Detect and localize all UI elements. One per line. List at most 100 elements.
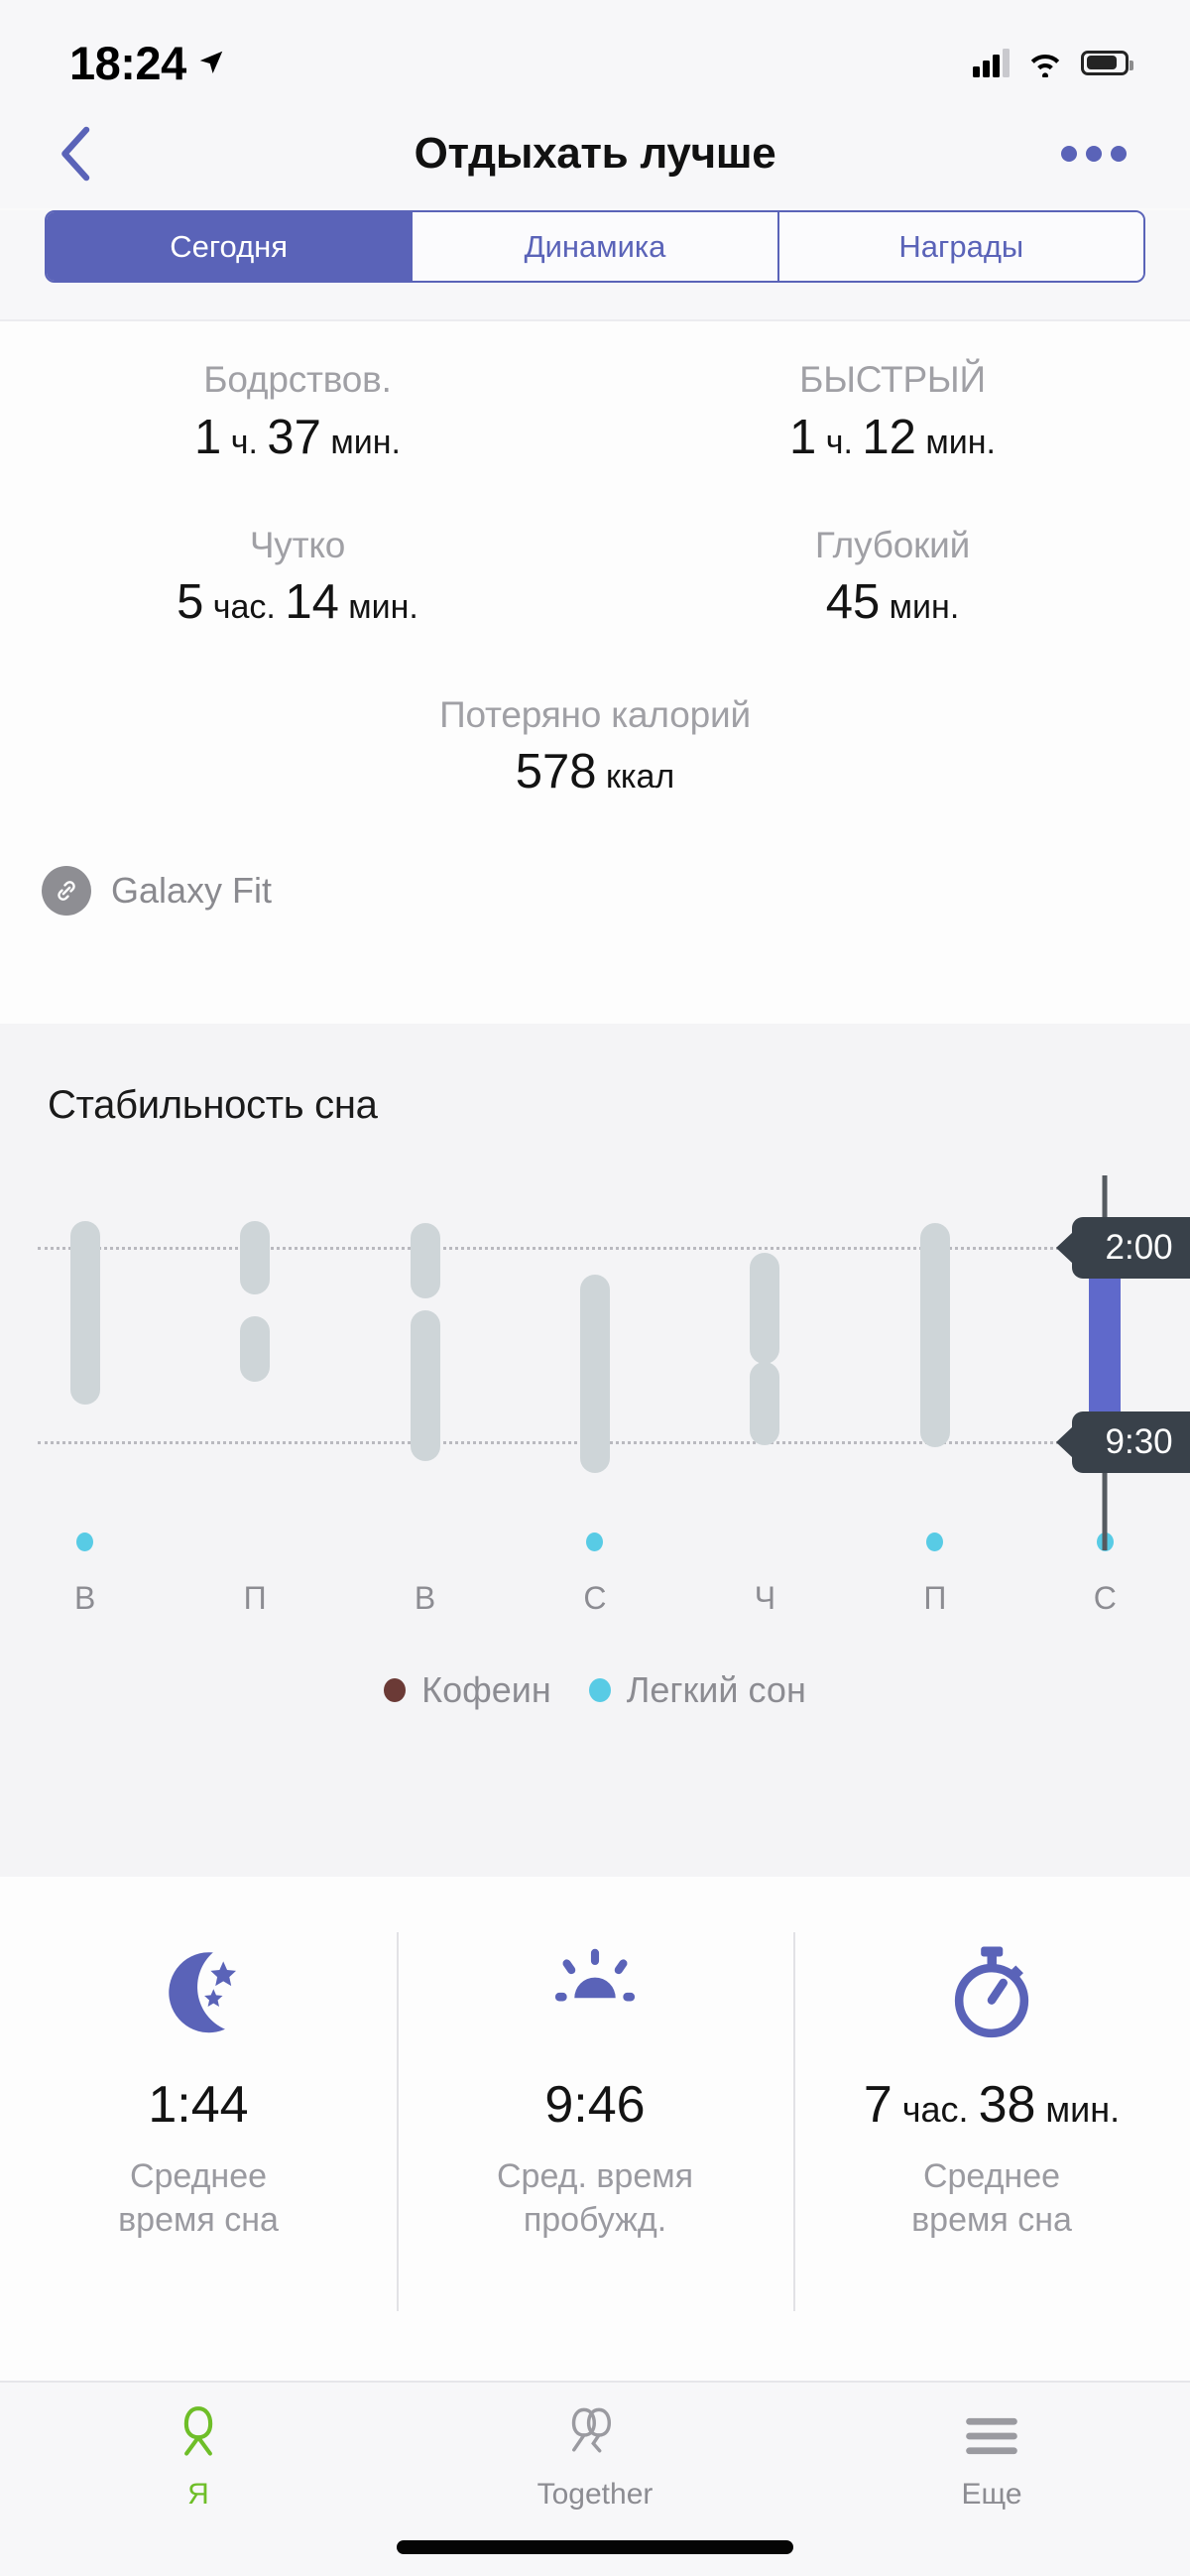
stat-rem-hours: 1 (789, 410, 817, 464)
sleep-stability-chart: 2:00 9:30 В П В С Ч П С Кофеин Легкий со… (0, 1175, 1190, 1710)
stat-deep-label: Глубокий (814, 524, 971, 565)
location-arrow-icon (199, 51, 222, 73)
stat-awake-hours: 1 (194, 410, 222, 464)
chart-column[interactable] (510, 1205, 679, 1503)
light-sleep-dot (926, 1533, 944, 1551)
stopwatch-icon (938, 1938, 1045, 2045)
stat-awake-value: 1 ч. 37 мин. (0, 410, 595, 465)
stat-awake-hours-unit: ч. (221, 423, 268, 461)
marker-empty (247, 1533, 264, 1551)
chart-column[interactable] (680, 1205, 850, 1503)
app-screen: 18:24 Отдыхать лучше Сегодня Динамика На… (0, 0, 1190, 2576)
day-label: В (414, 1580, 436, 1616)
marker-cell (680, 1533, 850, 1556)
back-button[interactable] (40, 119, 109, 188)
nav-label: Я (187, 2478, 209, 2511)
person-icon (168, 2400, 229, 2472)
nav-item-more[interactable]: Еще (793, 2383, 1190, 2576)
marker-cell (170, 1533, 339, 1556)
tab-awards[interactable]: Награды (778, 212, 1143, 281)
stat-rem-minutes-unit: мин. (915, 423, 996, 461)
day-label: П (923, 1580, 947, 1616)
stat-light-hours: 5 (177, 575, 204, 630)
summary-value-hours: 7 (863, 2076, 892, 2134)
stat-rem-label: БЫСТРЫЙ (799, 359, 986, 400)
stat-calories: Потеряно калорий 578 ккал (0, 694, 1190, 800)
people-icon (558, 2400, 632, 2472)
sleep-stats-panel: Бодрствов. 1 ч. 37 мин. БЫСТРЫЙ 1 ч. 12 … (0, 319, 1190, 1024)
summary-value: 9:46 (544, 2075, 645, 2135)
stats-row-2: Чутко 5 час. 14 мин. Глубокий 45 мин. (0, 525, 1190, 631)
tab-today[interactable]: Сегодня (47, 212, 414, 281)
more-options-button[interactable] (1047, 132, 1140, 176)
stat-light-minutes: 14 (285, 575, 339, 630)
stat-deep-value: 45 мин. (595, 574, 1190, 630)
more-horizontal-icon-dot (1061, 146, 1077, 162)
link-icon (42, 865, 91, 916)
day-label: П (243, 1580, 267, 1616)
stat-light-value: 5 час. 14 мин. (0, 574, 595, 630)
stat-rem-value: 1 ч. 12 мин. (595, 410, 1190, 465)
more-horizontal-icon-dot (1111, 146, 1127, 162)
nav-item-me[interactable]: Я (0, 2383, 397, 2576)
bottom-navigation: Я Together Еще (0, 2381, 1190, 2576)
legend-label: Кофеин (421, 1669, 551, 1710)
summary-avg-duration: 7 час. 38 мин. Среднее время сна (793, 1877, 1190, 2381)
summary-value-main: 1:44 (148, 2076, 249, 2134)
page-title: Отдыхать лучше (414, 129, 776, 178)
home-indicator[interactable] (397, 2540, 793, 2554)
stat-light: Чутко 5 час. 14 мин. (0, 525, 595, 631)
summary-label: Среднее время сна (911, 2157, 1072, 2240)
linked-device[interactable]: Galaxy Fit (0, 800, 1190, 916)
sleep-stability-card: Стабильность сна 2:00 9:30 В П В С Ч П С… (0, 1024, 1190, 1877)
sunrise-icon (541, 1938, 649, 2045)
tab-dynamics[interactable]: Динамика (413, 212, 779, 281)
chart-column-selected[interactable]: 2:00 9:30 (1020, 1175, 1190, 1550)
stat-deep-minutes: 45 (825, 575, 881, 630)
chart-column[interactable] (170, 1205, 339, 1503)
chart-column[interactable] (850, 1205, 1019, 1503)
stat-awake: Бодрствов. 1 ч. 37 мин. (0, 359, 595, 465)
chart-column[interactable] (0, 1205, 170, 1503)
sleep-bar (579, 1275, 610, 1473)
summary-value: 7 час. 38 мин. (864, 2075, 1120, 2135)
chart-day-labels: В П В С Ч П С (0, 1580, 1190, 1617)
light-sleep-dot-icon (588, 1678, 611, 1702)
stat-rem: БЫСТРЫЙ 1 ч. 12 мин. (595, 359, 1190, 465)
summary-avg-bedtime: 1:44 Среднее время сна (0, 1877, 397, 2381)
stat-light-hours-unit: час. (203, 588, 286, 627)
marker-cell (340, 1533, 510, 1556)
summary-value: 1:44 (148, 2075, 248, 2135)
light-sleep-dot (76, 1533, 94, 1551)
summary-label: Среднее время сна (118, 2157, 279, 2240)
chart-legend: Кофеин Легкий сон (0, 1669, 1190, 1711)
sleep-bar (69, 1221, 100, 1405)
moon-stars-icon (145, 1938, 252, 2045)
stat-calories-label: Потеряно калорий (439, 693, 751, 735)
chart-column[interactable] (340, 1205, 510, 1503)
stat-calories-unit: ккал (596, 758, 675, 797)
segmented-control-container: Сегодня Динамика Награды (0, 210, 1190, 319)
summary-value-minutes: 38 (978, 2076, 1036, 2134)
marker-cell (0, 1533, 170, 1556)
summary-value-minutes-unit: мин. (1035, 2089, 1121, 2130)
tooltip-waketime: 9:30 (1071, 1411, 1190, 1473)
stat-deep-minutes-unit: мин. (880, 588, 960, 627)
marker-cell (850, 1533, 1019, 1556)
more-horizontal-icon-dot (1086, 146, 1102, 162)
light-sleep-markers (0, 1533, 1190, 1556)
status-time: 18:24 (69, 36, 186, 89)
legend-label: Легкий сон (626, 1669, 806, 1710)
chart-title: Стабильность сна (48, 1083, 378, 1127)
cellular-signal-icon (973, 48, 1010, 77)
day-label: Ч (754, 1580, 776, 1616)
stat-deep: Глубокий 45 мин. (595, 525, 1190, 631)
segmented-control: Сегодня Динамика Награды (45, 210, 1145, 283)
stats-row-1: Бодрствов. 1 ч. 37 мин. БЫСТРЫЙ 1 ч. 12 … (0, 359, 1190, 465)
battery-icon (1081, 50, 1133, 75)
summary-avg-waketime: 9:46 Сред. время пробужд. (397, 1877, 793, 2381)
chevron-left-icon (61, 126, 90, 182)
device-name: Galaxy Fit (111, 869, 273, 911)
legend-item-caffeine: Кофеин (384, 1669, 551, 1711)
sleep-bar (750, 1362, 780, 1445)
